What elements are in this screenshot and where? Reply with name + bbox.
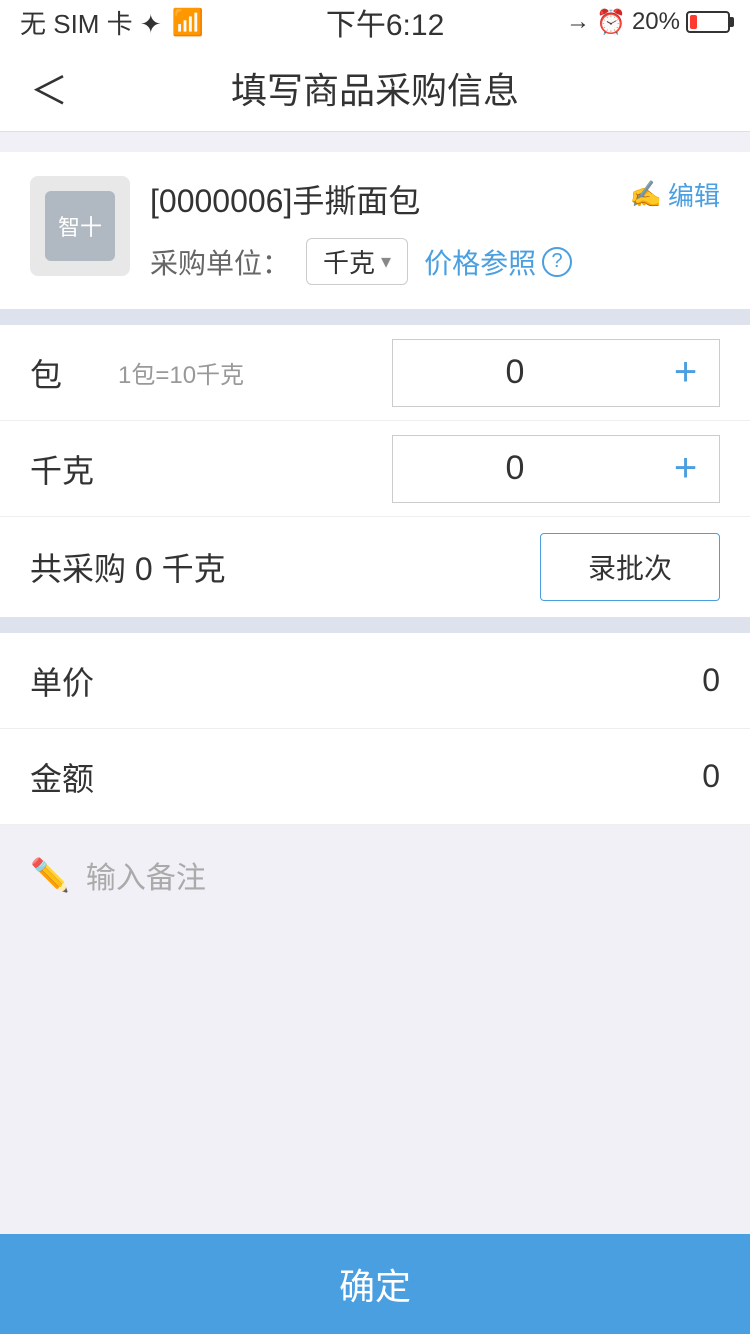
status-bar: 无 SIM 卡 ✦ 📶 下午6:12 → ⏰ 20% bbox=[0, 0, 750, 44]
unit-dropdown-arrow: ▾ bbox=[381, 249, 391, 274]
product-logo: 智十 bbox=[45, 191, 115, 261]
page-title: 填写商品采购信息 bbox=[231, 62, 519, 114]
price-ref-button[interactable]: 价格参照 ? bbox=[424, 242, 572, 282]
kg-qty-input[interactable] bbox=[392, 435, 652, 503]
sim-status: 无 SIM 卡 ✦ bbox=[20, 4, 162, 41]
wifi-icon: 📶 bbox=[172, 7, 204, 38]
edit-label: 编辑 bbox=[668, 176, 720, 213]
unit-label: 采购单位： bbox=[150, 242, 290, 282]
remark-section[interactable]: ✏️ 输入备注 bbox=[0, 825, 750, 925]
kg-field-wrap: + bbox=[110, 435, 720, 503]
edit-button[interactable]: ✍ 编辑 bbox=[630, 176, 720, 213]
info-section: 单价 0 金额 0 bbox=[0, 633, 750, 825]
pack-field-wrap: + bbox=[244, 339, 720, 407]
confirm-bar[interactable]: 确定 bbox=[0, 1234, 750, 1334]
page-wrapper: 无 SIM 卡 ✦ 📶 下午6:12 → ⏰ 20% ＜ 填写商品采购信息 智十 bbox=[0, 0, 750, 1334]
pencil-icon: ✏️ bbox=[30, 856, 70, 894]
alarm-icon: ⏰ bbox=[596, 8, 626, 37]
section-divider-2 bbox=[0, 617, 750, 633]
help-icon: ? bbox=[542, 247, 572, 277]
battery-icon bbox=[686, 11, 730, 33]
product-unit-row: 采购单位： 千克 ▾ 价格参照 ? bbox=[150, 238, 720, 285]
amount-label: 金额 bbox=[30, 754, 94, 800]
product-image: 智十 bbox=[30, 176, 130, 276]
kg-plus-button[interactable]: + bbox=[652, 435, 720, 503]
status-right: → ⏰ 20% bbox=[566, 8, 730, 37]
unit-price-label: 单价 bbox=[30, 658, 94, 704]
pack-plus-button[interactable]: + bbox=[652, 339, 720, 407]
pack-input-row: 包 1包=10千克 + bbox=[0, 325, 750, 421]
confirm-label: 确定 bbox=[339, 1258, 411, 1310]
remark-placeholder: 输入备注 bbox=[86, 853, 206, 897]
batch-label: 录批次 bbox=[588, 547, 672, 587]
amount-value: 0 bbox=[702, 758, 720, 795]
back-button[interactable]: ＜ bbox=[30, 60, 68, 115]
pack-qty-input[interactable] bbox=[392, 339, 652, 407]
edit-icon: ✍ bbox=[630, 179, 662, 210]
unit-value: 千克 bbox=[323, 243, 375, 280]
logo-text: 智十 bbox=[58, 210, 102, 242]
unit-price-value: 0 bbox=[702, 662, 720, 699]
pack-plus-icon: + bbox=[674, 350, 697, 395]
header: ＜ 填写商品采购信息 bbox=[0, 44, 750, 132]
batch-button[interactable]: 录批次 bbox=[540, 533, 720, 601]
battery-percent: 20% bbox=[632, 8, 680, 36]
summary-row: 共采购 0 千克 录批次 bbox=[0, 517, 750, 617]
main-content-area bbox=[0, 925, 750, 1225]
kg-label: 千克 bbox=[30, 446, 110, 492]
section-divider-1 bbox=[0, 309, 750, 325]
amount-row: 金额 0 bbox=[0, 729, 750, 825]
kg-input-row: 千克 + bbox=[0, 421, 750, 517]
input-section: 包 1包=10千克 + 千克 + 共采购 0 千克 录批次 bbox=[0, 325, 750, 617]
status-time: 下午6:12 bbox=[326, 0, 444, 44]
price-ref-label: 价格参照 bbox=[424, 242, 536, 282]
pack-label: 包 bbox=[30, 350, 110, 396]
pack-sub-label: 1包=10千克 bbox=[118, 355, 244, 390]
unit-selector[interactable]: 千克 ▾ bbox=[306, 238, 408, 285]
location-icon: → bbox=[566, 8, 590, 36]
summary-text: 共采购 0 千克 bbox=[30, 544, 226, 590]
kg-plus-icon: + bbox=[674, 446, 697, 491]
status-left: 无 SIM 卡 ✦ 📶 bbox=[20, 4, 204, 41]
product-card: 智十 [0000006]手撕面包 采购单位： 千克 ▾ 价格参照 ? ✍ 编辑 bbox=[0, 152, 750, 309]
top-divider bbox=[0, 132, 750, 152]
unit-price-row: 单价 0 bbox=[0, 633, 750, 729]
